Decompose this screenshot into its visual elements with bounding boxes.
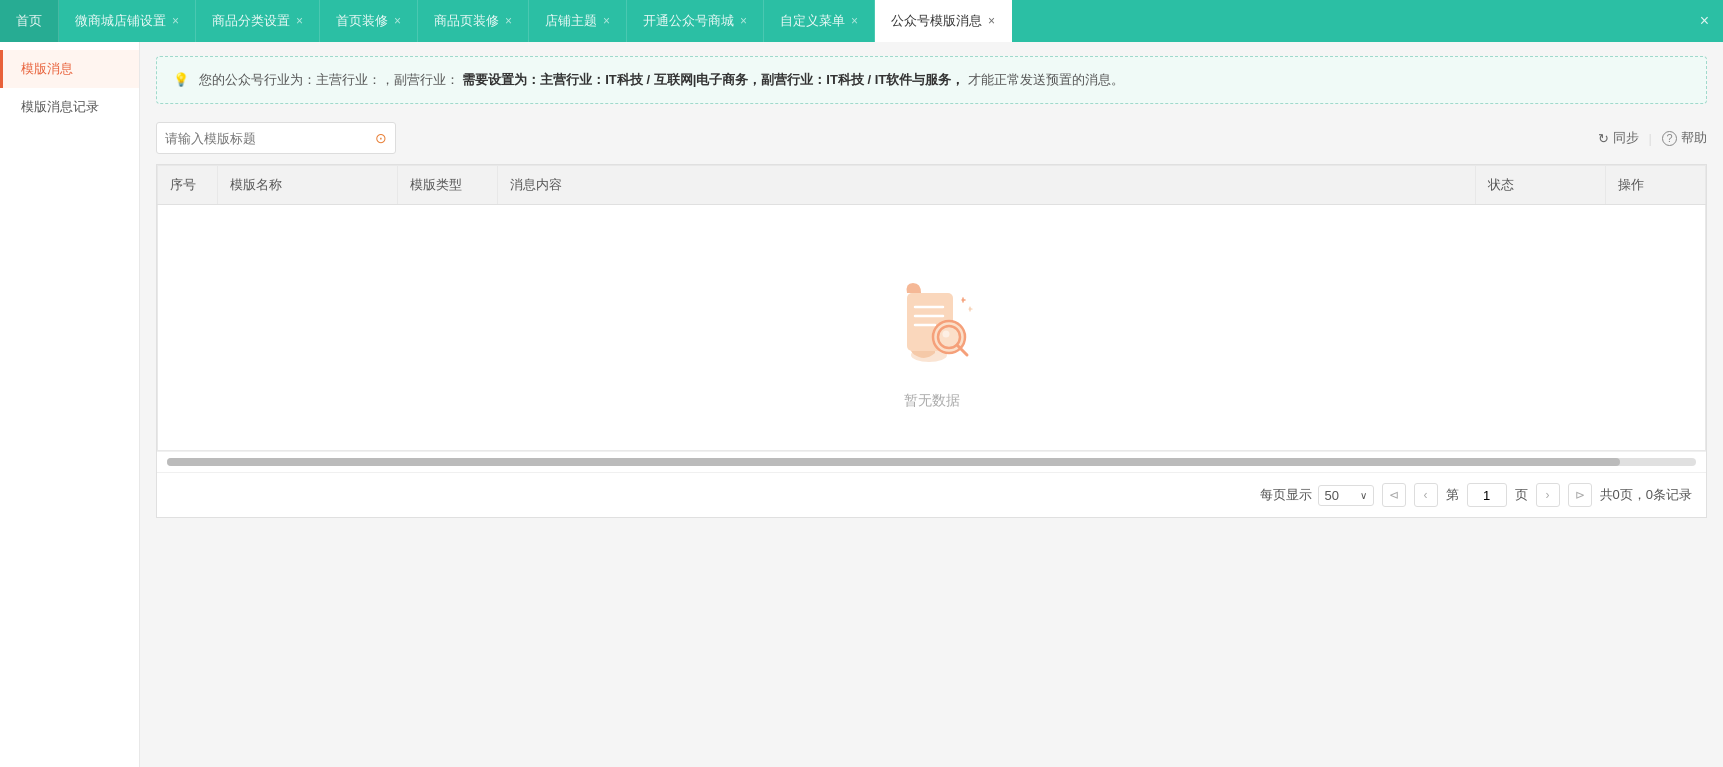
nav-item-custom-menu[interactable]: 自定义菜单 × [764,0,875,42]
close-icon[interactable]: × [172,14,179,28]
svg-point-8 [942,331,949,338]
search-input-wrap: ⊙ [156,122,396,154]
notice-prefix: 您的公众号行业为：主营行业：，副营行业： [199,72,459,87]
nav-item-shop-settings[interactable]: 微商城店铺设置 × [59,0,196,42]
close-all-button[interactable]: × [1686,12,1723,30]
nav-item-product-decor[interactable]: 商品页装修 × [418,0,529,42]
search-bar: ⊙ ↻ 同步 | ? 帮助 [156,122,1707,154]
sync-button[interactable]: ↻ 同步 [1598,129,1639,147]
scrollbar-area[interactable] [157,451,1706,472]
separator: | [1649,131,1652,146]
next-page-button[interactable]: › [1536,483,1560,507]
col-header-status: 状态 [1476,166,1606,205]
content-area: 💡 您的公众号行业为：主营行业：，副营行业： 需要设置为：主营行业：IT科技 /… [140,42,1723,767]
first-page-button[interactable]: ⊲ [1382,483,1406,507]
notice-suffix: 才能正常发送预置的消息。 [968,72,1124,87]
page-number-input[interactable] [1467,483,1507,507]
empty-icon-wrap [158,265,1705,378]
sidebar-item-template-msg[interactable]: 模版消息 [0,50,139,88]
col-header-content: 消息内容 [498,166,1476,205]
close-icon[interactable]: × [603,14,610,28]
pagination-bar: 每页显示 50 ∨ ⊲ ‹ 第 页 › ⊳ 共0页，0条记录 [157,472,1706,517]
empty-illustration [877,265,987,375]
sidebar: 模版消息 模版消息记录 [0,42,140,767]
per-page-wrap: 每页显示 50 ∨ [1260,485,1374,506]
nav-item-template-msg[interactable]: 公众号模版消息 × [875,0,1012,42]
last-page-button[interactable]: ⊳ [1568,483,1592,507]
table-container: 序号 模版名称 模版类型 消息内容 状态 操作 [156,164,1707,518]
sidebar-item-template-msg-record[interactable]: 模版消息记录 [0,88,139,126]
empty-text: 暂无数据 [158,392,1705,410]
close-icon[interactable]: × [296,14,303,28]
top-nav: 首页 微商城店铺设置 × 商品分类设置 × 首页装修 × 商品页装修 × 店铺主… [0,0,1723,42]
main-layout: 模版消息 模版消息记录 💡 您的公众号行业为：主营行业：，副营行业： 需要设置为… [0,42,1723,767]
nav-item-wechat-mall[interactable]: 开通公众号商城 × [627,0,764,42]
data-table: 序号 模版名称 模版类型 消息内容 状态 操作 [157,165,1706,451]
page-label-post: 页 [1515,486,1528,504]
search-icon[interactable]: ⊙ [375,130,387,146]
scrollbar-track[interactable] [167,458,1696,466]
col-header-name: 模版名称 [218,166,398,205]
search-input[interactable] [165,131,375,146]
col-header-index: 序号 [158,166,218,205]
help-circle-icon: ? [1662,131,1677,146]
nav-item-category[interactable]: 商品分类设置 × [196,0,320,42]
close-icon[interactable]: × [394,14,401,28]
prev-page-button[interactable]: ‹ [1414,483,1438,507]
search-actions: ↻ 同步 | ? 帮助 [1598,129,1707,147]
col-header-type: 模版类型 [398,166,498,205]
close-icon[interactable]: × [988,14,995,28]
per-page-label: 每页显示 [1260,486,1312,504]
notice-highlight: 需要设置为：主营行业：IT科技 / 互联网|电子商务，副营行业：IT科技 / I… [462,72,964,87]
close-icon[interactable]: × [505,14,512,28]
per-page-select[interactable]: 50 ∨ [1318,485,1374,506]
empty-state: 暂无数据 [158,205,1705,450]
nav-item-homepage-decor[interactable]: 首页装修 × [320,0,418,42]
sync-icon: ↻ [1598,131,1609,146]
bulb-icon: 💡 [173,72,189,87]
chevron-down-icon: ∨ [1360,490,1367,501]
close-icon[interactable]: × [851,14,858,28]
page-label-pre: 第 [1446,486,1459,504]
scrollbar-thumb[interactable] [167,458,1620,466]
close-icon[interactable]: × [740,14,747,28]
nav-item-theme[interactable]: 店铺主题 × [529,0,627,42]
notice-box: 💡 您的公众号行业为：主营行业：，副营行业： 需要设置为：主营行业：IT科技 /… [156,56,1707,104]
col-header-action: 操作 [1606,166,1706,205]
help-button[interactable]: ? 帮助 [1662,129,1707,147]
nav-item-home[interactable]: 首页 [0,0,59,42]
total-text: 共0页，0条记录 [1600,486,1692,504]
